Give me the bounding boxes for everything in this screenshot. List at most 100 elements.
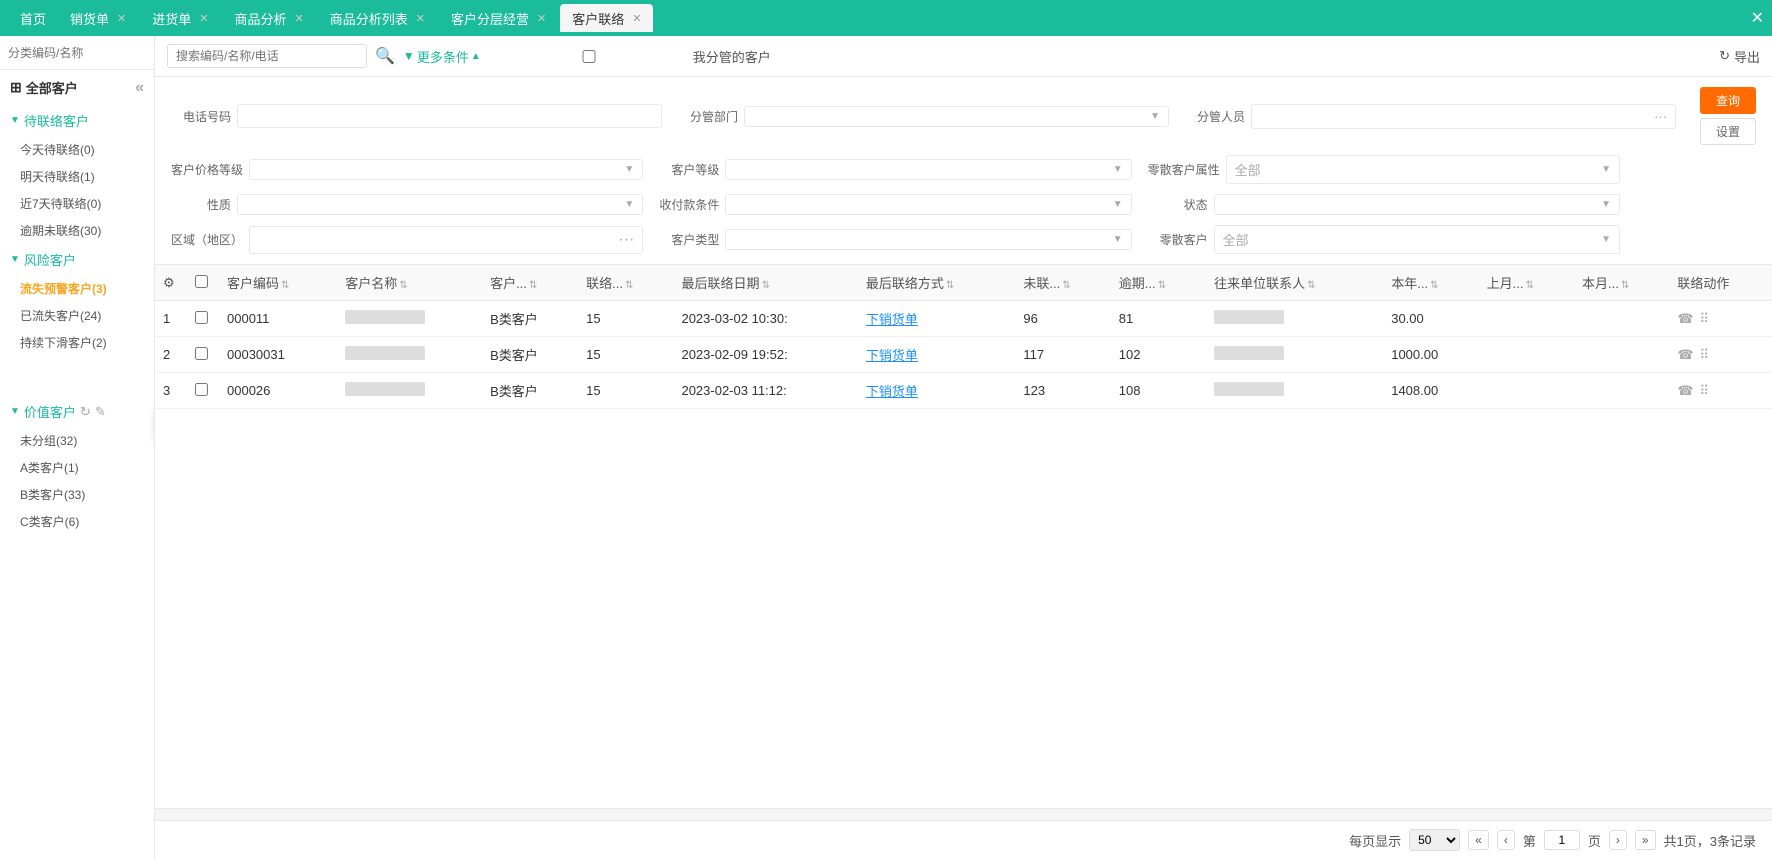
page-last-btn[interactable]: » [1635,830,1656,850]
sidebar-item-overdue[interactable]: 逾期未联络(30) [0,217,154,244]
tab-purchase[interactable]: 进货单 ✕ [140,4,220,32]
zero-attr-select[interactable]: 全部 ▼ [1226,155,1620,184]
gender-select[interactable]: ▼ [237,194,643,215]
sidebar-group-risk[interactable]: ▼ 风险客户 [0,244,154,275]
dots-region[interactable]: ··· [618,231,634,249]
col-last-month[interactable]: 上月...⇅ [1479,265,1574,301]
settings-button[interactable]: 设置 [1700,118,1756,145]
page-prev-btn[interactable]: ‹ [1497,830,1515,850]
row-actions[interactable]: ☎ ⠿ [1669,337,1772,373]
col-type[interactable]: 客户...⇅ [482,265,578,301]
horizontal-scrollbar[interactable] [155,808,1772,820]
more-action-icon[interactable]: ⠿ [1700,383,1710,399]
per-page-select[interactable]: 50 100 200 [1409,829,1460,851]
filter-zero-attr: 零散客户属性 全部 ▼ [1148,155,1620,184]
col-last-way[interactable]: 最后联络方式⇅ [858,265,1015,301]
tab-customer-contact[interactable]: 客户联络 ✕ [560,4,653,32]
row-check-1[interactable] [195,347,208,360]
sidebar-item-class-b[interactable]: B类客户(33) [0,481,154,508]
sidebar-item-class-a[interactable]: A类客户(1) [0,454,154,481]
region-select[interactable]: ··· [249,226,643,254]
col-code[interactable]: 客户编码⇅ [219,265,337,301]
refresh-icon[interactable]: ↻ [80,404,91,420]
arrow-down-icon: ▼ [10,115,20,126]
col-name[interactable]: 客户名称⇅ [337,265,482,301]
sidebar-all-customers[interactable]: ⊞ 全部客户 « [0,70,154,105]
tab-customer-tier[interactable]: 客户分层经营 ✕ [439,4,558,32]
zero-customer-select[interactable]: 全部 ▼ [1214,225,1620,254]
tab-home[interactable]: 首页 [8,9,58,28]
page-next-btn[interactable]: › [1609,830,1627,850]
dots-person[interactable]: ··· [1654,109,1667,124]
export-button[interactable]: ↻ 导出 [1719,47,1760,66]
tab-product-analysis[interactable]: 商品分析 ✕ [222,4,315,32]
payment-select[interactable]: ▼ [725,194,1131,215]
my-customers-checkbox[interactable] [489,50,689,63]
row-contact-count: 15 [578,301,673,337]
row-check-0[interactable] [195,311,208,324]
dept-select[interactable]: ▼ [744,106,1169,127]
row-checkbox[interactable] [187,337,219,373]
sidebar-item-churned[interactable]: 已流失客户(24) [0,302,154,329]
page-input[interactable] [1544,830,1580,850]
status-select[interactable]: ▼ [1214,194,1620,215]
col-contact-count[interactable]: 联络...⇅ [578,265,673,301]
row-last-way[interactable]: 下销货单 [858,301,1015,337]
row-check-2[interactable] [195,383,208,396]
row-actions[interactable]: ☎ ⠿ [1669,373,1772,409]
edit-icon[interactable]: ✎ [95,404,106,420]
col-contact-person[interactable]: 往来单位联系人⇅ [1206,265,1383,301]
close-tab-purchase[interactable]: ✕ [199,12,208,25]
col-this-month[interactable]: 本月...⇅ [1574,265,1669,301]
col-settings[interactable]: ⚙ [155,265,187,301]
col-this-year[interactable]: 本年...⇅ [1383,265,1478,301]
row-checkbox[interactable] [187,373,219,409]
sidebar-item-7days[interactable]: 近7天待联络(0) [0,190,154,217]
sidebar-item-today[interactable]: 今天待联络(0) [0,136,154,163]
tab-product-list[interactable]: 商品分析列表 ✕ [318,4,437,32]
contact-icon[interactable]: ☎ [1677,347,1693,363]
contact-icon[interactable]: ☎ [1677,311,1693,327]
row-this-month [1574,337,1669,373]
close-tab-product-list[interactable]: ✕ [416,12,425,25]
sidebar-search-input[interactable] [8,46,155,60]
price-grade-select[interactable]: ▼ [249,159,643,180]
sidebar-item-tomorrow[interactable]: 明天待联络(1) [0,163,154,190]
type-select[interactable]: ▼ [725,229,1131,250]
sidebar-item-class-c[interactable]: C类客户(6) [0,508,154,535]
row-not-contacted: 96 [1015,301,1110,337]
close-tab-sales[interactable]: ✕ [117,12,126,25]
sidebar-collapse-icon[interactable]: « [135,79,144,97]
sidebar-group-value[interactable]: ▼ 价值客户 ↻ ✎ [0,396,154,427]
row-checkbox[interactable] [187,301,219,337]
search-button[interactable]: 🔍 [375,46,395,66]
more-filter-button[interactable]: ▼ 更多条件 ▲ [403,47,481,66]
sidebar-item-ungrouped[interactable]: 未分组(32) [0,427,154,454]
row-actions[interactable]: ☎ ⠿ [1669,301,1772,337]
col-not-contacted[interactable]: 未联...⇅ [1015,265,1110,301]
close-tab-customer-contact[interactable]: ✕ [632,12,641,25]
query-button[interactable]: 查询 [1700,87,1756,114]
more-action-icon[interactable]: ⠿ [1700,347,1710,363]
sidebar-group-pending[interactable]: ▼ 待联络客户 [0,105,154,136]
caret-grade-icon: ▼ [1113,164,1123,175]
more-action-icon[interactable]: ⠿ [1700,311,1710,327]
search-input[interactable] [167,44,367,68]
select-all-checkbox[interactable] [195,275,208,288]
contact-icon[interactable]: ☎ [1677,383,1693,399]
person-select[interactable]: ··· [1251,104,1676,129]
close-all-button[interactable]: ✕ [1751,8,1764,28]
close-tab-product-analysis[interactable]: ✕ [295,12,304,25]
row-last-way[interactable]: 下销货单 [858,373,1015,409]
col-last-date[interactable]: 最后联络日期⇅ [673,265,857,301]
phone-input[interactable] [237,104,662,128]
sidebar-item-churn-warning[interactable]: 流失预警客户(3) [0,275,154,302]
my-customers-toggle[interactable]: 我分管的客户 [489,47,771,66]
sidebar-item-declining[interactable]: 持续下滑客户(2) [0,329,154,356]
grade-select[interactable]: ▼ [725,159,1131,180]
tab-sales[interactable]: 销货单 ✕ [58,4,138,32]
page-first-btn[interactable]: « [1468,830,1489,850]
row-last-way[interactable]: 下销货单 [858,337,1015,373]
close-tab-customer-tier[interactable]: ✕ [537,12,546,25]
col-overdue[interactable]: 逾期...⇅ [1111,265,1206,301]
